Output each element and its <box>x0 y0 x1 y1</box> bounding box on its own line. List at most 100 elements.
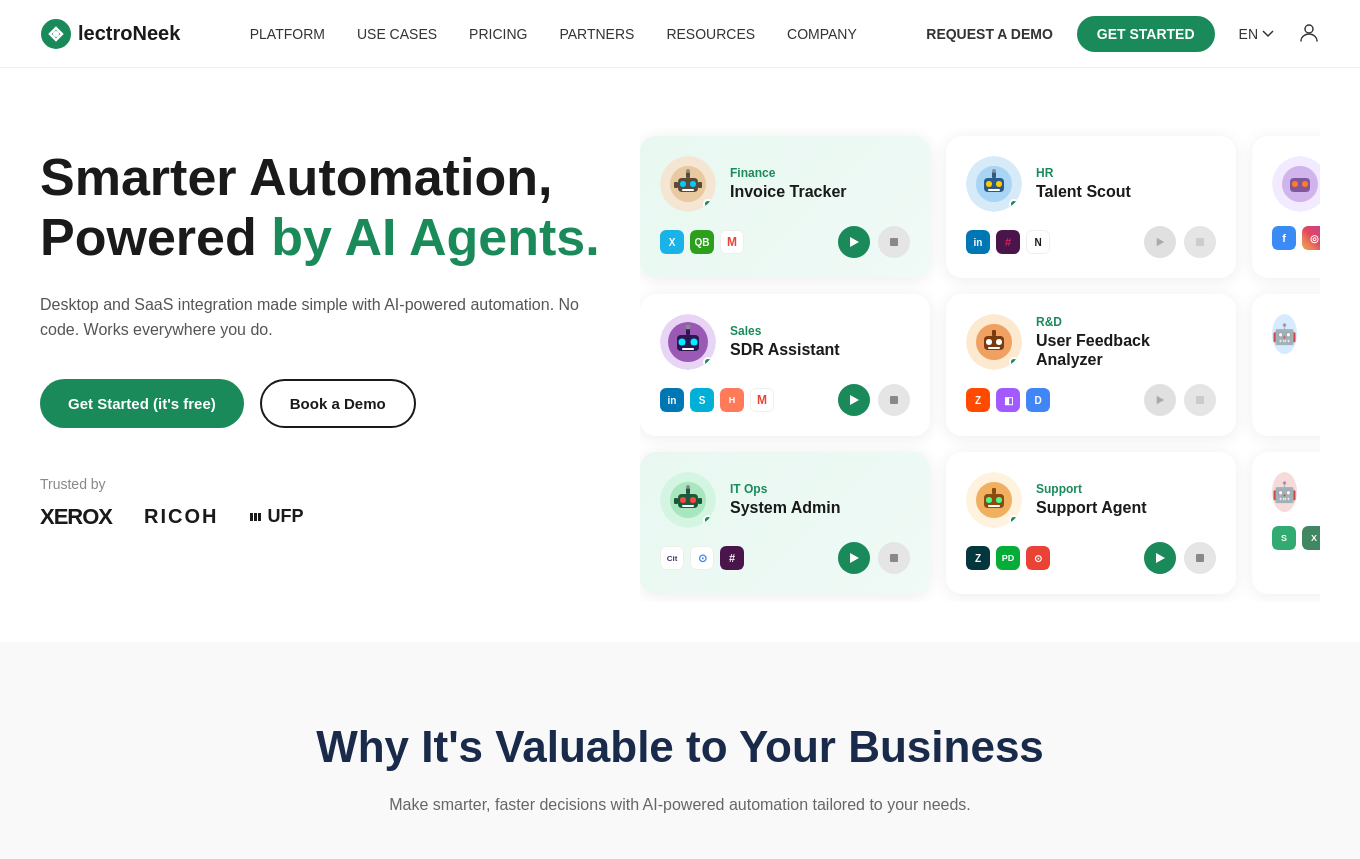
hero-section: Smarter Automation, Powered by AI Agents… <box>0 68 1360 642</box>
svg-rect-41 <box>992 330 996 336</box>
chevron-down-icon <box>1262 30 1274 38</box>
svg-rect-35 <box>890 396 898 404</box>
logo-link[interactable]: lectroNeek <box>40 18 180 50</box>
svg-point-58 <box>996 497 1002 503</box>
stop-button-it[interactable] <box>878 542 910 574</box>
svg-rect-11 <box>698 182 702 188</box>
ufp-logo: UFP <box>250 506 303 527</box>
card-header-sales: Sales SDR Assistant <box>660 314 910 370</box>
notion-icon: N <box>1026 230 1050 254</box>
book-demo-button[interactable]: Book a Demo <box>260 379 416 428</box>
chrome-icon: ⊙ <box>690 546 714 570</box>
nav-links: PLATFORM USE CASES PRICING PARTNERS RESO… <box>250 26 857 42</box>
get-started-nav-button[interactable]: GET STARTED <box>1077 16 1215 52</box>
card-header-finance: Finance Invoice Tracker <box>660 156 910 212</box>
svg-rect-51 <box>674 498 678 504</box>
stop-button-support[interactable] <box>1184 542 1216 574</box>
agent-card-rd: R&D User Feedback Analyzer Z ◧ D <box>946 294 1236 436</box>
nav-platform[interactable]: PLATFORM <box>250 26 325 42</box>
get-started-hero-button[interactable]: Get Started (it's free) <box>40 379 244 428</box>
nav-use-cases[interactable]: USE CASES <box>357 26 437 42</box>
svg-rect-48 <box>682 505 694 507</box>
play-button-sales[interactable] <box>838 384 870 416</box>
svg-rect-59 <box>988 505 1000 507</box>
avatar-dot-sales <box>703 357 713 367</box>
card-actions-support <box>1144 542 1216 574</box>
svg-point-17 <box>996 181 1002 187</box>
play-button-hr[interactable] <box>1144 226 1176 258</box>
card-info-it: IT Ops System Admin <box>730 482 910 517</box>
hero-buttons: Get Started (it's free) Book a Demo <box>40 379 600 428</box>
agent-card-partial-2: 🤖 Ops Workflow <box>1252 294 1320 436</box>
svg-point-38 <box>986 339 992 345</box>
play-button-finance[interactable] <box>838 226 870 258</box>
card-name-sales: SDR Assistant <box>730 340 910 359</box>
nav-company[interactable]: COMPANY <box>787 26 857 42</box>
excel-icon: X <box>1302 526 1320 550</box>
avatar-dot-support <box>1009 515 1019 525</box>
avatar-dot-hr <box>1009 199 1019 209</box>
agent-cards-section: Finance Invoice Tracker X QB M <box>640 128 1320 602</box>
svg-point-6 <box>690 181 696 187</box>
card-category-finance: Finance <box>730 166 910 180</box>
svg-rect-40 <box>988 347 1000 349</box>
gdoc-icon: D <box>1026 388 1050 412</box>
play-button-rd[interactable] <box>1144 384 1176 416</box>
nav-resources[interactable]: RESOURCES <box>666 26 755 42</box>
avatar-dot-it <box>703 515 713 525</box>
cards-grid: Finance Invoice Tracker X QB M <box>640 128 1320 602</box>
facebook-icon: f <box>1272 226 1296 250</box>
xerox-logo: XEROX <box>40 504 112 530</box>
avatar-support <box>966 472 1022 528</box>
nav-pricing[interactable]: PRICING <box>469 26 527 42</box>
card-category-sales: Sales <box>730 324 910 338</box>
card-category-rd: R&D <box>1036 315 1216 329</box>
svg-point-25 <box>1292 181 1298 187</box>
stop-button-sales[interactable] <box>878 384 910 416</box>
card-info-rd: R&D User Feedback Analyzer <box>1036 315 1216 369</box>
pagerduty-icon: PD <box>996 546 1020 570</box>
hero-title-line2: Powered by AI Agents. <box>40 208 600 266</box>
integrations-hr: in # N <box>966 230 1050 254</box>
zendesk-icon: Z <box>966 546 990 570</box>
salesforce-icon: S <box>690 388 714 412</box>
logo-icon <box>40 18 72 50</box>
card-info-hr: HR Talent Scout <box>1036 166 1216 201</box>
card-category-it: IT Ops <box>730 482 910 496</box>
stop-button-finance[interactable] <box>878 226 910 258</box>
card-info-finance: Finance Invoice Tracker <box>730 166 910 201</box>
nav-partners[interactable]: PARTNERS <box>559 26 634 42</box>
agent-card-support: Support Support Agent Z PD ⊙ <box>946 452 1236 594</box>
logo-text: lectroNeek <box>78 22 180 45</box>
card-footer-finance: X QB M <box>660 226 910 258</box>
instagram-icon: ◎ <box>1302 226 1320 250</box>
card-category-hr: HR <box>1036 166 1216 180</box>
trusted-logos: XEROX RICOH UFP <box>40 504 600 530</box>
agent-card-partial-3: 🤖 Legal Contract S X <box>1252 452 1320 594</box>
language-selector[interactable]: EN <box>1239 26 1274 42</box>
stop-button-rd[interactable] <box>1184 384 1216 416</box>
slack-icon-2: # <box>720 546 744 570</box>
avatar-dot <box>703 199 713 209</box>
card-footer-it: Cit ⊙ # <box>660 542 910 574</box>
bottom-section: Why It's Valuable to Your Business Make … <box>0 642 1360 859</box>
request-demo-link[interactable]: REQUEST A DEMO <box>926 26 1053 42</box>
stop-button-hr[interactable] <box>1184 226 1216 258</box>
svg-point-50 <box>686 485 690 489</box>
user-icon[interactable] <box>1298 21 1320 47</box>
card-header-it: IT Ops System Admin <box>660 472 910 528</box>
avatar-finance <box>660 156 716 212</box>
hero-title: Smarter Automation, Powered by AI Agents… <box>40 148 600 268</box>
hero-left: Smarter Automation, Powered by AI Agents… <box>40 128 600 530</box>
hero-title-line1: Smarter Automation, <box>40 148 552 206</box>
svg-rect-7 <box>682 189 694 191</box>
card-name-support: Support Agent <box>1036 498 1216 517</box>
play-button-it[interactable] <box>838 542 870 574</box>
play-button-support[interactable] <box>1144 542 1176 574</box>
citrix-icon: Cit <box>660 546 684 570</box>
card-header-support: Support Support Agent <box>966 472 1216 528</box>
svg-point-20 <box>992 169 996 173</box>
integrations-it: Cit ⊙ # <box>660 546 744 570</box>
svg-rect-22 <box>1196 238 1204 246</box>
quickbooks-icon: QB <box>690 230 714 254</box>
